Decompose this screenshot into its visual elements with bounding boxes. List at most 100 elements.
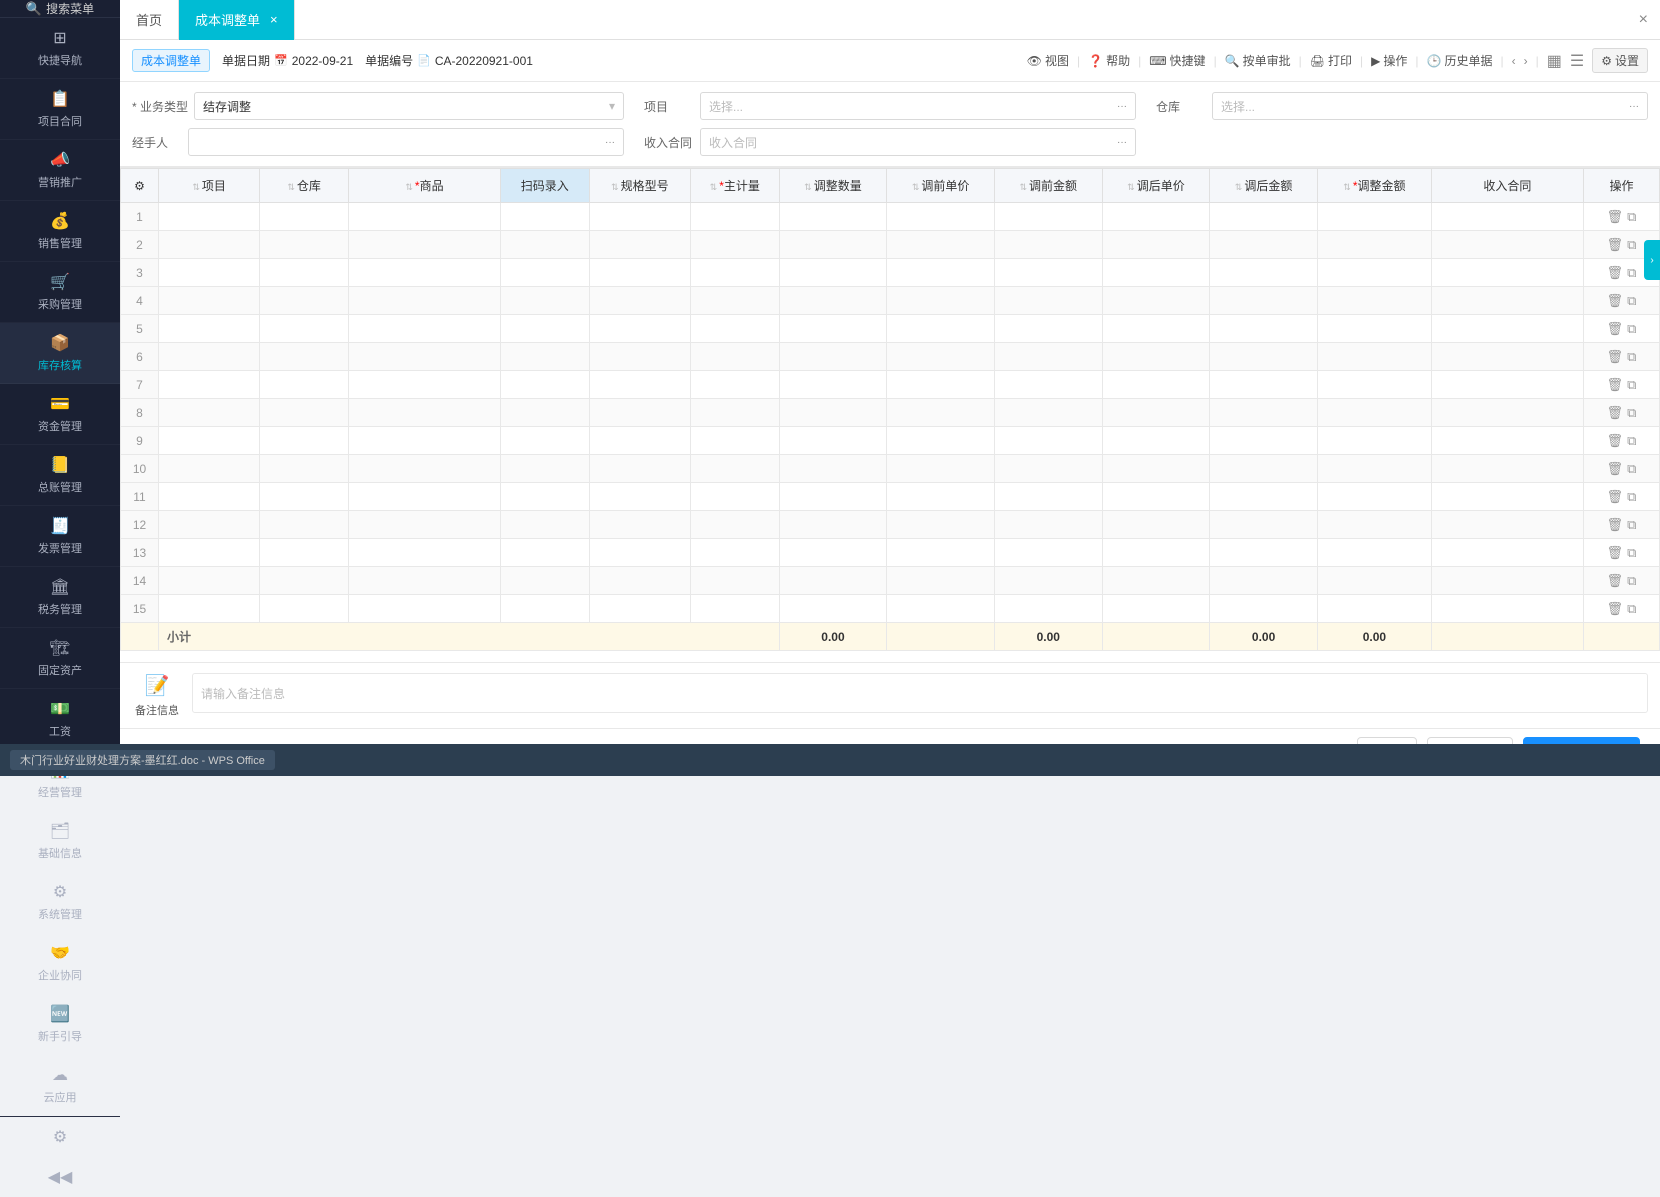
cell-project[interactable] bbox=[159, 539, 260, 567]
tab-cost-adjust[interactable]: 成本调整单 × bbox=[179, 0, 295, 40]
cell-qty[interactable] bbox=[779, 371, 887, 399]
cell-scan[interactable] bbox=[500, 315, 589, 343]
cell-project[interactable] bbox=[159, 231, 260, 259]
cell-spec[interactable] bbox=[589, 511, 690, 539]
delete-row-button[interactable]: 🗑 bbox=[1607, 321, 1624, 337]
cell-product[interactable] bbox=[348, 259, 500, 287]
cell-after-amount[interactable] bbox=[1210, 595, 1318, 623]
cell-before-amount[interactable] bbox=[994, 539, 1102, 567]
cell-scan[interactable] bbox=[500, 371, 589, 399]
cell-unit[interactable] bbox=[690, 287, 779, 315]
copy-row-button[interactable]: ⧉ bbox=[1627, 573, 1636, 589]
cell-spec[interactable] bbox=[589, 399, 690, 427]
sidebar-item-marketing[interactable]: 📣营销推广 bbox=[0, 140, 120, 201]
cell-after-price[interactable] bbox=[1102, 483, 1210, 511]
cell-warehouse[interactable] bbox=[260, 483, 349, 511]
cell-product[interactable] bbox=[348, 315, 500, 343]
copy-row-button[interactable]: ⧉ bbox=[1627, 405, 1636, 421]
cell-product[interactable] bbox=[348, 427, 500, 455]
sidebar-item-ledger[interactable]: 📒总账管理 bbox=[0, 445, 120, 506]
cell-after-price[interactable] bbox=[1102, 399, 1210, 427]
cell-before-amount[interactable] bbox=[994, 259, 1102, 287]
cell-unit[interactable] bbox=[690, 315, 779, 343]
cell-before-price[interactable] bbox=[887, 203, 995, 231]
cell-adjust-amount[interactable] bbox=[1317, 427, 1431, 455]
cell-spec[interactable] bbox=[589, 371, 690, 399]
cell-before-price[interactable] bbox=[887, 455, 995, 483]
cell-before-price[interactable] bbox=[887, 231, 995, 259]
delete-row-button[interactable]: 🗑 bbox=[1607, 377, 1624, 393]
cell-adjust-amount[interactable] bbox=[1317, 483, 1431, 511]
income-contract-input[interactable]: 收入合同 ··· bbox=[700, 128, 1136, 156]
col-before-price[interactable]: ⇅调前单价 bbox=[887, 169, 995, 203]
cell-product[interactable] bbox=[348, 287, 500, 315]
cell-product[interactable] bbox=[348, 595, 500, 623]
cell-before-price[interactable] bbox=[887, 567, 995, 595]
cell-after-amount[interactable] bbox=[1210, 203, 1318, 231]
delete-row-button[interactable]: 🗑 bbox=[1607, 349, 1624, 365]
col-product[interactable]: ⇅*商品 bbox=[348, 169, 500, 203]
cell-unit[interactable] bbox=[690, 567, 779, 595]
cell-before-price[interactable] bbox=[887, 399, 995, 427]
cell-adjust-amount[interactable] bbox=[1317, 259, 1431, 287]
cell-scan[interactable] bbox=[500, 343, 589, 371]
cell-scan[interactable] bbox=[500, 203, 589, 231]
sidebar-item-finance[interactable]: 💳资金管理 bbox=[0, 384, 120, 445]
cell-qty[interactable] bbox=[779, 259, 887, 287]
cell-project[interactable] bbox=[159, 259, 260, 287]
cell-project[interactable] bbox=[159, 287, 260, 315]
cell-project[interactable] bbox=[159, 567, 260, 595]
cell-spec[interactable] bbox=[589, 539, 690, 567]
cell-warehouse[interactable] bbox=[260, 231, 349, 259]
cell-after-price[interactable] bbox=[1102, 259, 1210, 287]
cell-adjust-amount[interactable] bbox=[1317, 315, 1431, 343]
cell-spec[interactable] bbox=[589, 287, 690, 315]
cell-spec[interactable] bbox=[589, 315, 690, 343]
cell-income-contract[interactable] bbox=[1431, 539, 1583, 567]
grid-view-icon[interactable]: ▦ bbox=[1547, 51, 1562, 71]
cell-scan[interactable] bbox=[500, 231, 589, 259]
sidebar-item-system[interactable]: ⚙系统管理 bbox=[0, 872, 120, 933]
delete-row-button[interactable]: 🗑 bbox=[1607, 265, 1624, 281]
cell-after-price[interactable] bbox=[1102, 455, 1210, 483]
cell-after-amount[interactable] bbox=[1210, 371, 1318, 399]
sidebar-item-inventory[interactable]: 📦库存核算 bbox=[0, 323, 120, 384]
delete-row-button[interactable]: 🗑 bbox=[1607, 461, 1624, 477]
view-action[interactable]: 👁 视图 bbox=[1027, 52, 1069, 69]
cell-product[interactable] bbox=[348, 483, 500, 511]
cell-before-amount[interactable] bbox=[994, 287, 1102, 315]
cell-product[interactable] bbox=[348, 343, 500, 371]
cell-adjust-amount[interactable] bbox=[1317, 511, 1431, 539]
cell-unit[interactable] bbox=[690, 399, 779, 427]
cell-qty[interactable] bbox=[779, 539, 887, 567]
cell-after-amount[interactable] bbox=[1210, 259, 1318, 287]
print-action[interactable]: 🖨 打印 bbox=[1310, 52, 1352, 69]
cell-after-amount[interactable] bbox=[1210, 231, 1318, 259]
col-settings[interactable]: ⚙ bbox=[121, 169, 159, 203]
cell-income-contract[interactable] bbox=[1431, 511, 1583, 539]
cell-warehouse[interactable] bbox=[260, 287, 349, 315]
cell-after-price[interactable] bbox=[1102, 539, 1210, 567]
cell-project[interactable] bbox=[159, 483, 260, 511]
review-action[interactable]: 🔍 按单审批 bbox=[1225, 52, 1291, 69]
copy-row-button[interactable]: ⧉ bbox=[1627, 489, 1636, 505]
cell-scan[interactable] bbox=[500, 595, 589, 623]
cell-spec[interactable] bbox=[589, 595, 690, 623]
cell-spec[interactable] bbox=[589, 343, 690, 371]
cell-income-contract[interactable] bbox=[1431, 455, 1583, 483]
cell-after-price[interactable] bbox=[1102, 371, 1210, 399]
col-adjust-amount[interactable]: ⇅*调整金额 bbox=[1317, 169, 1431, 203]
cell-qty[interactable] bbox=[779, 455, 887, 483]
cell-warehouse[interactable] bbox=[260, 399, 349, 427]
cell-income-contract[interactable] bbox=[1431, 483, 1583, 511]
cell-unit[interactable] bbox=[690, 511, 779, 539]
cell-after-amount[interactable] bbox=[1210, 511, 1318, 539]
cell-warehouse[interactable] bbox=[260, 595, 349, 623]
copy-row-button[interactable]: ⧉ bbox=[1627, 349, 1636, 365]
cell-project[interactable] bbox=[159, 399, 260, 427]
tab-home[interactable]: 首页 bbox=[120, 0, 179, 40]
cell-project[interactable] bbox=[159, 511, 260, 539]
sidebar-search-label[interactable]: 搜索菜单 bbox=[46, 0, 94, 17]
cell-spec[interactable] bbox=[589, 455, 690, 483]
cell-product[interactable] bbox=[348, 371, 500, 399]
